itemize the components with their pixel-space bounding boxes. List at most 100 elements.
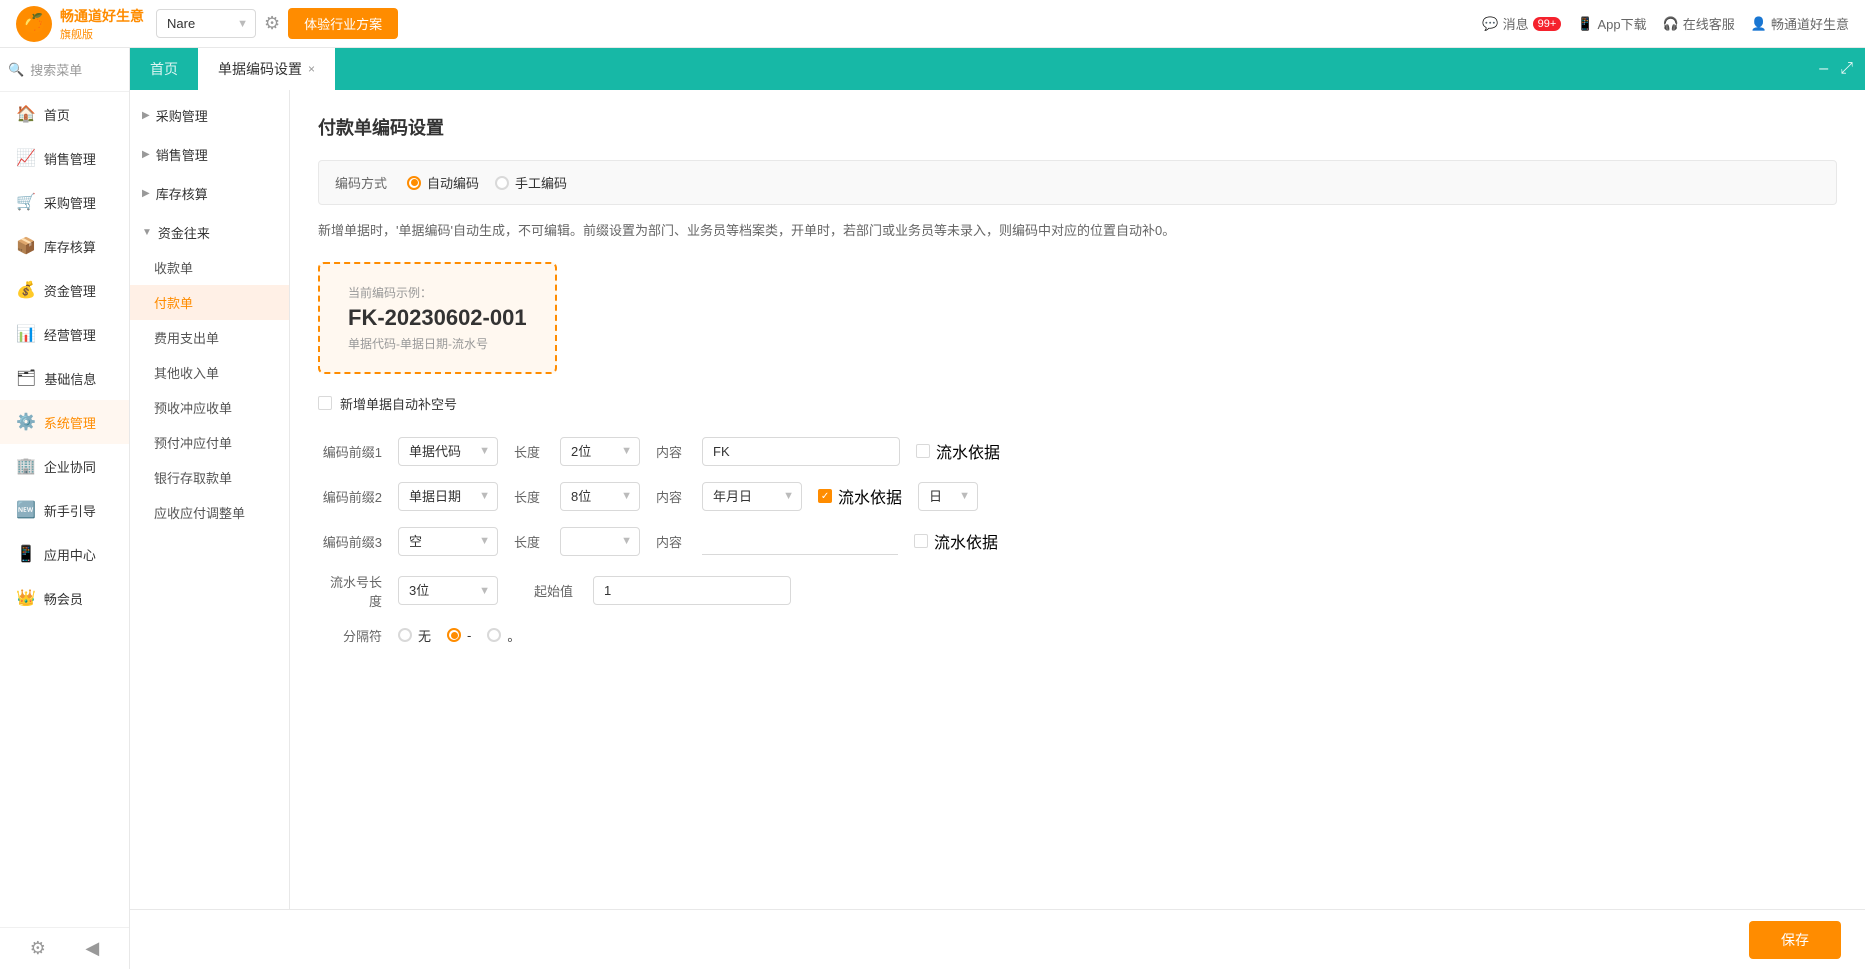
- separator-none-label: 无: [418, 626, 431, 645]
- sub-item-bank-label: 银行存取款单: [154, 471, 232, 486]
- sub-item-bank[interactable]: 银行存取款单: [130, 460, 289, 495]
- auto-fill-row: 新增单据自动补空号: [318, 394, 1837, 413]
- messages-item[interactable]: 💬 消息 99+: [1482, 14, 1561, 33]
- sub-item-advance-payment-label: 预付冲应付单: [154, 436, 232, 451]
- experience-button[interactable]: 体验行业方案: [288, 8, 398, 39]
- sidebar-item-sales[interactable]: 📈 销售管理: [0, 136, 129, 180]
- sidebar-item-finance[interactable]: 💰 资金管理: [0, 268, 129, 312]
- sidebar-item-home[interactable]: 🏠 首页: [0, 92, 129, 136]
- sub-group-purchase-title[interactable]: ▶ 采购管理: [130, 98, 289, 133]
- sidebar-bottom: ⚙ ◀: [0, 927, 129, 969]
- prefix2-period-select[interactable]: 日: [918, 482, 978, 511]
- prefix3-select[interactable]: 空: [398, 527, 498, 556]
- logo-text: 畅通道好生意 旗舰版: [60, 6, 144, 42]
- page-title: 付款单编码设置: [318, 114, 1837, 140]
- operations-icon: 📊: [16, 324, 36, 344]
- prefix1-content-input[interactable]: [702, 437, 900, 466]
- prefix3-content-input[interactable]: [702, 527, 898, 555]
- sidebar-item-member[interactable]: 👑 畅会员: [0, 576, 129, 620]
- prefix1-select[interactable]: 单据代码: [398, 437, 498, 466]
- tab-close-icon[interactable]: ×: [308, 62, 315, 76]
- prefix2-label: 编码前缀2: [318, 487, 382, 506]
- sub-item-receipt[interactable]: 收款单: [130, 250, 289, 285]
- sidebar-item-inventory[interactable]: 📦 库存核算: [0, 224, 129, 268]
- prefix2-length-select[interactable]: 8位: [560, 482, 640, 511]
- sub-group-inventory: ▶ 库存核算: [130, 176, 289, 211]
- sidebar-item-base[interactable]: 🗂 基础信息: [0, 356, 129, 400]
- company-select-wrapper: Nare ▼: [156, 9, 256, 38]
- prefix1-serial-group: 流水依据: [916, 439, 1000, 463]
- prefix3-serial-checkbox[interactable]: [914, 534, 928, 548]
- encoding-mode-row: 编码方式 自动编码 手工编码: [318, 160, 1837, 205]
- settings-icon[interactable]: ⚙: [264, 13, 280, 34]
- manual-code-label: 手工编码: [515, 173, 567, 192]
- separator-none-radio[interactable]: 无: [398, 626, 431, 645]
- separator-dash-radio[interactable]: -: [447, 628, 471, 643]
- sub-item-advance-payment[interactable]: 预付冲应付单: [130, 425, 289, 460]
- sub-item-expense[interactable]: 费用支出单: [130, 320, 289, 355]
- prefix3-length-wrapper: ▼: [560, 527, 640, 556]
- sidebar-app-label: 应用中心: [44, 545, 96, 564]
- separator-dot-radio[interactable]: 。: [487, 626, 520, 645]
- sidebar-item-purchase[interactable]: 🛒 采购管理: [0, 180, 129, 224]
- sidebar-enterprise-label: 企业协同: [44, 457, 96, 476]
- tab-home[interactable]: 首页: [130, 48, 198, 90]
- sidebar-item-operations[interactable]: 📊 经营管理: [0, 312, 129, 356]
- sub-item-advance-receipt[interactable]: 预收冲应收单: [130, 390, 289, 425]
- prefix2-select[interactable]: 单据日期: [398, 482, 498, 511]
- prefix2-serial-checkbox[interactable]: ✓: [818, 489, 832, 503]
- prefix2-serial-group: ✓ 流水依据: [818, 484, 902, 508]
- manual-code-radio[interactable]: 手工编码: [495, 173, 567, 192]
- base-icon: 🗂: [16, 368, 36, 388]
- encoding-mode-radios: 自动编码 手工编码: [407, 173, 567, 192]
- prefix3-label: 编码前缀3: [318, 532, 382, 551]
- user-item[interactable]: 👤 畅通道好生意: [1751, 14, 1849, 33]
- enterprise-icon: 🏢: [16, 456, 36, 476]
- sidebar-item-app[interactable]: 📱 应用中心: [0, 532, 129, 576]
- online-service-item[interactable]: 🎧 在线客服: [1663, 14, 1735, 33]
- app-download-item[interactable]: 📱 App下载: [1577, 14, 1646, 33]
- capital-group-arrow: ▼: [142, 227, 152, 238]
- prefix2-content-label: 内容: [656, 487, 682, 506]
- prefix3-serial-group: 流水依据: [914, 529, 998, 553]
- tab-home-label: 首页: [150, 59, 178, 79]
- collapse-icon[interactable]: ◀: [85, 938, 99, 959]
- tab-minimize-button[interactable]: –: [1815, 56, 1832, 82]
- auto-fill-checkbox[interactable]: [318, 396, 332, 410]
- settings-bottom-icon[interactable]: ⚙: [30, 938, 46, 959]
- sidebar-base-label: 基础信息: [44, 369, 96, 388]
- sub-group-sales-title[interactable]: ▶ 销售管理: [130, 137, 289, 172]
- search-label: 搜索菜单: [30, 60, 82, 79]
- sub-item-other-income[interactable]: 其他收入单: [130, 355, 289, 390]
- prefix1-length-select[interactable]: 2位: [560, 437, 640, 466]
- auto-code-radio[interactable]: 自动编码: [407, 173, 479, 192]
- online-service-label: 在线客服: [1683, 14, 1735, 33]
- prefix2-content-select[interactable]: 年月日: [702, 482, 802, 511]
- prefix1-serial-checkbox[interactable]: [916, 444, 930, 458]
- sidebar-item-guide[interactable]: 🆕 新手引导: [0, 488, 129, 532]
- tab-encoding[interactable]: 单据编码设置 ×: [198, 48, 335, 90]
- prefix1-select-wrapper: 单据代码 ▼: [398, 437, 498, 466]
- sidebar-finance-label: 资金管理: [44, 281, 96, 300]
- logo-sub: 旗舰版: [60, 26, 144, 42]
- sub-group-purchase: ▶ 采购管理: [130, 98, 289, 133]
- sub-sidebar: ▶ 采购管理 ▶ 销售管理 ▶ 库存核算: [130, 90, 290, 909]
- prefix3-length-select[interactable]: [560, 527, 640, 556]
- prefix1-length-wrapper: 2位 ▼: [560, 437, 640, 466]
- sidebar-item-system[interactable]: ⚙️ 系统管理: [0, 400, 129, 444]
- search-menu[interactable]: 🔍 搜索菜单: [0, 48, 129, 92]
- serial-length-select[interactable]: 3位: [398, 576, 498, 605]
- sub-group-capital-title[interactable]: ▼ 资金往来: [130, 215, 289, 250]
- sidebar-item-enterprise[interactable]: 🏢 企业协同: [0, 444, 129, 488]
- sub-item-adjustment[interactable]: 应收应付调整单: [130, 495, 289, 530]
- sub-group-inventory-title[interactable]: ▶ 库存核算: [130, 176, 289, 211]
- sales-icon: 📈: [16, 148, 36, 168]
- tab-maximize-button[interactable]: ⤢: [1836, 56, 1857, 82]
- sub-item-payment[interactable]: 付款单: [130, 285, 289, 320]
- separator-dot-dot: [487, 628, 501, 642]
- serial-length-wrapper: 3位 ▼: [398, 576, 498, 605]
- save-button[interactable]: 保存: [1749, 921, 1841, 959]
- system-icon: ⚙️: [16, 412, 36, 432]
- start-value-input[interactable]: [593, 576, 791, 605]
- company-select[interactable]: Nare: [156, 9, 256, 38]
